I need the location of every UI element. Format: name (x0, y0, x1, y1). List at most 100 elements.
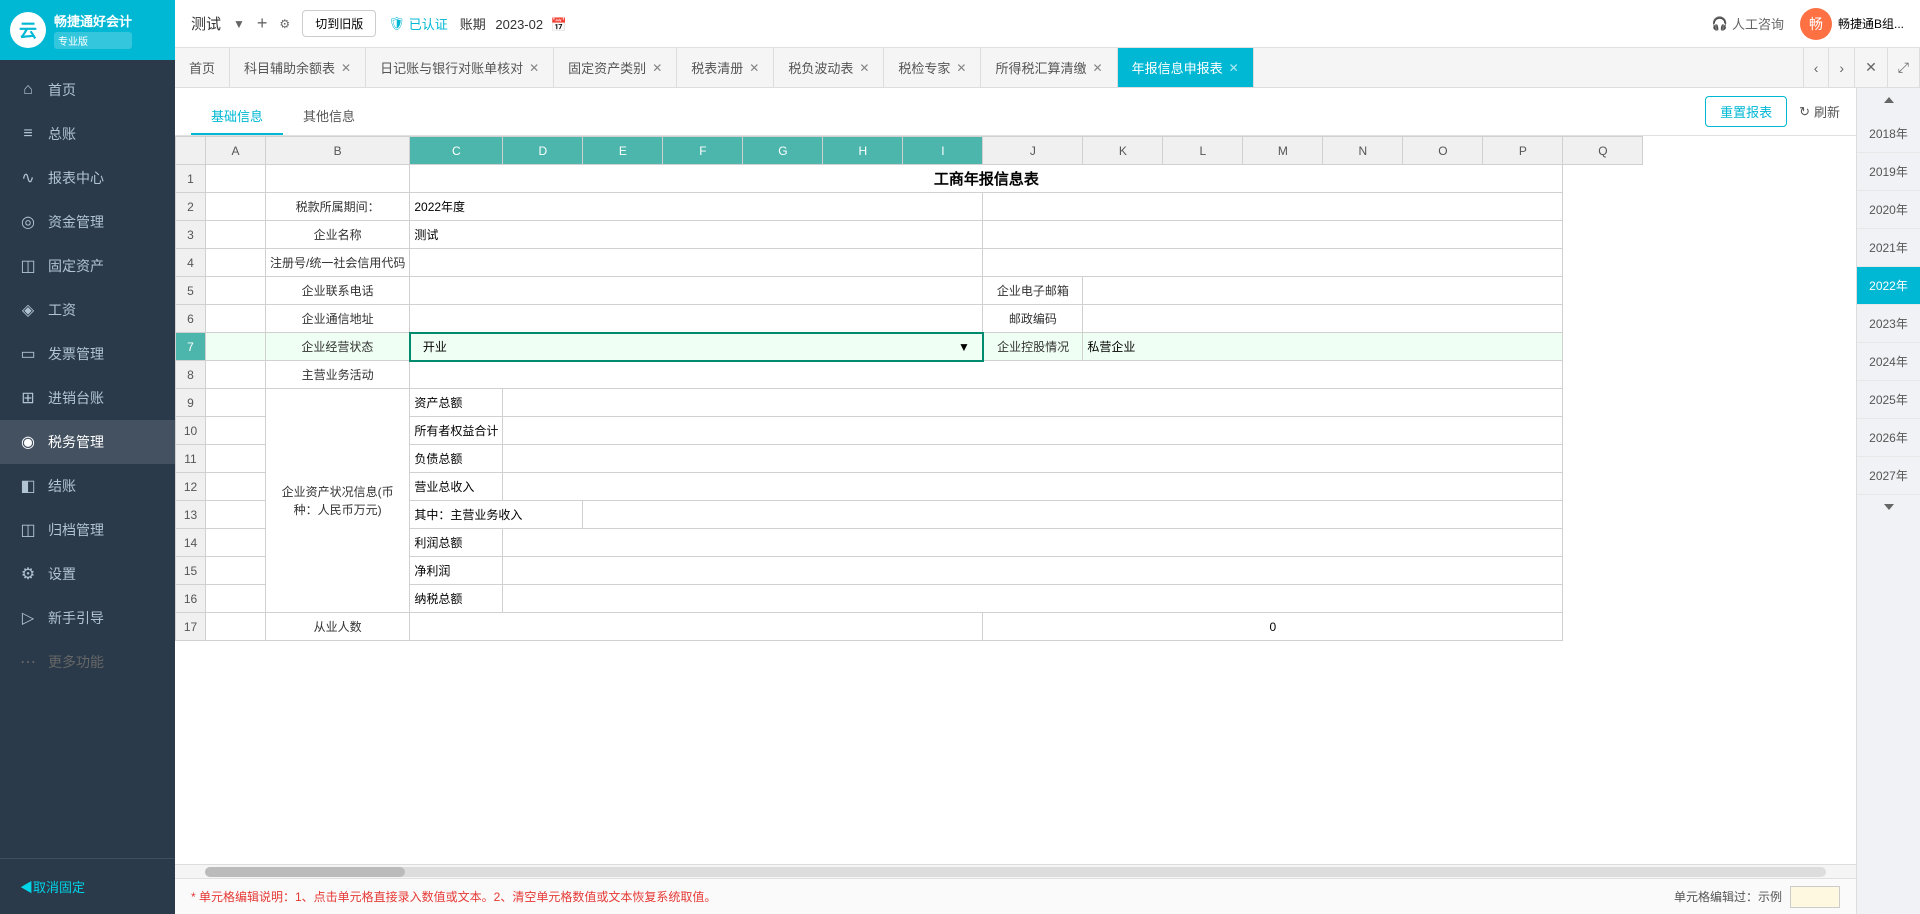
tab-next-button[interactable]: › (1829, 48, 1855, 87)
cell-14a[interactable] (206, 529, 266, 557)
user-menu[interactable]: 畅 畅捷通B组... (1800, 8, 1904, 40)
add-button[interactable]: + (257, 13, 268, 34)
cell-17b[interactable]: 从业人数 (266, 613, 410, 641)
cell-7b[interactable]: 企业经营状态 (266, 333, 410, 361)
sidebar-item-tax[interactable]: ◉ 税务管理 (0, 420, 175, 464)
cell-3j[interactable] (983, 221, 1563, 249)
cell-6c[interactable] (410, 305, 983, 333)
cell-8a[interactable] (206, 361, 266, 389)
cell-9a[interactable] (206, 389, 266, 417)
tab-annual[interactable]: 年报信息申报表 ✕ (1118, 48, 1254, 87)
sidebar-item-guide[interactable]: ▷ 新手引导 (0, 596, 175, 640)
year-item-2026[interactable]: 2026年 (1857, 419, 1920, 457)
tab-taxreturn-close[interactable]: ✕ (749, 61, 759, 75)
cell-16c[interactable]: 纳税总额 (410, 585, 503, 613)
cell-13c[interactable]: 其中：主营业务收入 (410, 501, 583, 529)
cell-17c[interactable] (410, 613, 983, 641)
switch-version-button[interactable]: 切到旧版 (302, 10, 376, 37)
col-header-c[interactable]: C (410, 137, 503, 165)
pin-button[interactable]: ◀取消固定 (10, 869, 165, 904)
year-item-2021[interactable]: 2021年 (1857, 229, 1920, 267)
cell-1b[interactable] (266, 165, 410, 193)
cell-14c[interactable]: 利润总额 (410, 529, 503, 557)
col-header-g[interactable]: G (743, 137, 823, 165)
cell-1a[interactable] (206, 165, 266, 193)
cell-4j[interactable] (983, 249, 1563, 277)
cell-10a[interactable] (206, 417, 266, 445)
year-item-2023[interactable]: 2023年 (1857, 305, 1920, 343)
reset-button[interactable]: 重置报表 (1705, 96, 1787, 127)
col-header-n[interactable]: N (1323, 137, 1403, 165)
year-item-2020[interactable]: 2020年 (1857, 191, 1920, 229)
sidebar-item-fund[interactable]: ◎ 资金管理 (0, 200, 175, 244)
cell-10c[interactable]: 所有者权益合计 (410, 417, 503, 445)
col-header-q[interactable]: Q (1563, 137, 1643, 165)
col-header-o[interactable]: O (1403, 137, 1483, 165)
col-header-a[interactable]: A (206, 137, 266, 165)
tab-incometax[interactable]: 所得税汇算清缴 ✕ (981, 48, 1117, 87)
sub-tab-basic[interactable]: 基础信息 (191, 98, 283, 135)
cell-11d[interactable] (503, 445, 1563, 473)
tab-asset[interactable]: 固定资产类别 ✕ (554, 48, 677, 87)
sidebar-item-report[interactable]: ∿ 报表中心 (0, 156, 175, 200)
sidebar-item-wage[interactable]: ◈ 工资 (0, 288, 175, 332)
cell-15a[interactable] (206, 557, 266, 585)
cell-3b[interactable]: 企业名称 (266, 221, 410, 249)
col-header-p[interactable]: P (1483, 137, 1563, 165)
cell-12d[interactable] (503, 473, 1563, 501)
col-header-f[interactable]: F (663, 137, 743, 165)
cell-4a[interactable] (206, 249, 266, 277)
col-header-h[interactable]: H (823, 137, 903, 165)
cell-14d[interactable] (503, 529, 1563, 557)
year-item-2024[interactable]: 2024年 (1857, 343, 1920, 381)
tab-aux-close[interactable]: ✕ (341, 61, 351, 75)
tab-expand-button[interactable]: ⤢ (1888, 48, 1920, 87)
cell-16d[interactable] (503, 585, 1563, 613)
calendar-icon[interactable]: 📅 (551, 17, 567, 32)
spreadsheet-wrapper[interactable]: A B C D E F G H I J K L (175, 136, 1856, 864)
col-header-m[interactable]: M (1243, 137, 1323, 165)
cell-2c[interactable]: 2022年度 (410, 193, 983, 221)
tab-taxwave[interactable]: 税负波动表 ✕ (774, 48, 884, 87)
cell-8b[interactable]: 主营业务活动 (266, 361, 410, 389)
tab-incometax-close[interactable]: ✕ (1093, 61, 1103, 75)
cell-13a[interactable] (206, 501, 266, 529)
sidebar-item-more[interactable]: ⋯ 更多功能 (0, 640, 175, 684)
year-nav-down-button[interactable] (1857, 495, 1920, 522)
cell-2a[interactable] (206, 193, 266, 221)
cell-5j[interactable]: 企业电子邮箱 (983, 277, 1083, 305)
cell-11c[interactable]: 负债总额 (410, 445, 503, 473)
cell-12a[interactable] (206, 473, 266, 501)
col-header-i[interactable]: I (903, 137, 983, 165)
tab-taxreturn[interactable]: 税表清册 ✕ (677, 48, 774, 87)
year-item-2025[interactable]: 2025年 (1857, 381, 1920, 419)
cell-15d[interactable] (503, 557, 1563, 585)
sidebar-item-settings[interactable]: ⚙ 设置 (0, 552, 175, 596)
tab-prev-button[interactable]: ‹ (1804, 48, 1830, 87)
tab-home[interactable]: 首页 (175, 48, 230, 87)
cell-5c[interactable] (410, 277, 983, 305)
cell-15c[interactable]: 净利润 (410, 557, 503, 585)
tab-taxwave-close[interactable]: ✕ (859, 61, 869, 75)
col-header-b[interactable]: B (266, 137, 410, 165)
cell-5a[interactable] (206, 277, 266, 305)
cell-6b[interactable]: 企业通信地址 (266, 305, 410, 333)
refresh-button[interactable]: ↻ 刷新 (1799, 102, 1840, 121)
year-item-2022[interactable]: 2022年 (1857, 267, 1920, 305)
tab-journal[interactable]: 日记账与银行对账单核对 ✕ (366, 48, 554, 87)
sidebar-item-home[interactable]: ⌂ 首页 (0, 68, 175, 112)
sidebar-item-archive[interactable]: ◫ 归档管理 (0, 508, 175, 552)
sidebar-item-ledger[interactable]: ≡ 总账 (0, 112, 175, 156)
sidebar-item-asset[interactable]: ◫ 固定资产 (0, 244, 175, 288)
cell-16a[interactable] (206, 585, 266, 613)
col-header-j[interactable]: J (983, 137, 1083, 165)
cell-10d[interactable] (503, 417, 1563, 445)
tab-taxcheck-close[interactable]: ✕ (956, 61, 966, 75)
tab-journal-close[interactable]: ✕ (529, 61, 539, 75)
cell-2j[interactable] (983, 193, 1563, 221)
year-nav-up-button[interactable] (1857, 88, 1920, 115)
cell-2b[interactable]: 税款所属期间： (266, 193, 410, 221)
cell-5b[interactable]: 企业联系电话 (266, 277, 410, 305)
cell-6j[interactable]: 邮政编码 (983, 305, 1083, 333)
tab-aux[interactable]: 科目辅助余额表 ✕ (230, 48, 366, 87)
